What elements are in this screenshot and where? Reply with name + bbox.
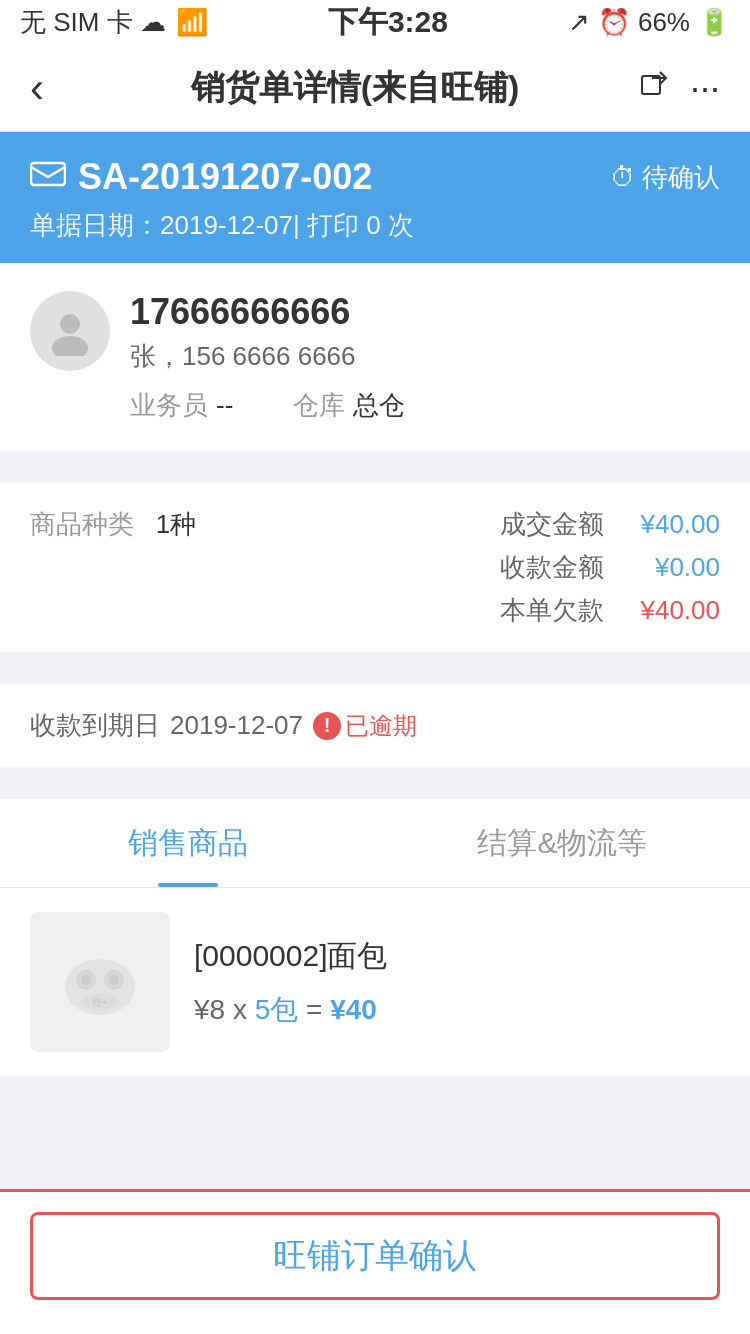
order-id-icon xyxy=(30,156,66,198)
status-right: ↗ ⏰ 66% 🔋 xyxy=(568,7,730,38)
owed-amount-row: 本单欠款 ¥40.00 xyxy=(500,593,720,628)
divider-3 xyxy=(0,783,750,799)
order-status: ⏱ 待确认 xyxy=(610,160,720,195)
confirm-btn-container: 旺铺订单确认 xyxy=(0,1189,750,1334)
status-clock-icon: ⏱ xyxy=(610,162,636,193)
due-date-value: 2019-12-07 xyxy=(170,710,303,741)
customer-info: 17666666666 张，156 6666 6666 业务员 -- 仓库 总仓 xyxy=(130,291,720,423)
battery-text: 66% xyxy=(638,7,690,38)
svg-rect-2 xyxy=(31,163,65,185)
order-date: 单据日期：2019-12-07| 打印 0 次 xyxy=(30,208,720,243)
back-button[interactable]: ‹ xyxy=(30,64,90,112)
svg-text:野+: 野+ xyxy=(92,997,108,1008)
overdue-badge: ! 已逾期 xyxy=(313,710,417,742)
tabs-container: 销售商品 结算&物流等 xyxy=(0,799,750,888)
product-price: ¥8 x 5包 = ¥40 xyxy=(194,991,720,1029)
confirm-order-button[interactable]: 旺铺订单确认 xyxy=(30,1212,720,1300)
order-header: SA-20191207-002 ⏱ 待确认 单据日期：2019-12-07| 打… xyxy=(0,132,750,263)
nav-actions: ··· xyxy=(620,67,720,109)
summary-left: 商品种类 1种 xyxy=(30,507,196,542)
more-button[interactable]: ··· xyxy=(690,67,720,109)
due-section: 收款到期日 2019-12-07 ! 已逾期 xyxy=(0,684,750,767)
location-icon: ↗ xyxy=(568,7,590,38)
customer-card: 17666666666 张，156 6666 6666 业务员 -- 仓库 总仓 xyxy=(0,263,750,451)
divider-1 xyxy=(0,467,750,483)
due-date-label: 收款到期日 xyxy=(30,708,160,743)
tab-products[interactable]: 销售商品 xyxy=(0,799,375,887)
received-amount-row: 收款金额 ¥0.00 xyxy=(500,550,720,585)
summary-section: 商品种类 1种 成交金额 ¥40.00 收款金额 ¥0.00 本单欠款 ¥40.… xyxy=(0,483,750,652)
product-qty: 5包 xyxy=(255,994,299,1025)
product-image: 野+ xyxy=(30,912,170,1052)
svg-point-4 xyxy=(52,336,88,356)
no-sim-text: 无 SIM 卡 ☁ xyxy=(20,5,166,40)
product-unit-price: ¥8 xyxy=(194,994,225,1025)
tab-underline xyxy=(158,883,218,887)
divider-2 xyxy=(0,668,750,684)
salesman-info: 业务员 -- xyxy=(130,388,233,423)
alarm-icon: ⏰ xyxy=(598,7,630,38)
warehouse-info: 仓库 总仓 xyxy=(293,388,405,423)
status-bar: 无 SIM 卡 ☁ 📶 下午3:28 ↗ ⏰ 66% 🔋 xyxy=(0,0,750,44)
status-time: 下午3:28 xyxy=(328,2,448,43)
product-name: [0000002]面包 xyxy=(194,936,720,977)
nav-bar: ‹ 销货单详情(来自旺铺) ··· xyxy=(0,44,750,132)
order-id: SA-20191207-002 xyxy=(30,156,372,198)
svg-point-9 xyxy=(109,975,119,985)
product-total: ¥40 xyxy=(330,994,377,1025)
customer-avatar xyxy=(30,291,110,371)
overdue-icon: ! xyxy=(313,712,341,740)
wifi-icon: 📶 xyxy=(176,7,208,38)
product-equals: = xyxy=(306,994,330,1025)
tab-settlement[interactable]: 结算&物流等 xyxy=(375,799,750,887)
customer-meta: 业务员 -- 仓库 总仓 xyxy=(130,388,720,423)
deal-amount-row: 成交金额 ¥40.00 xyxy=(500,507,720,542)
product-card: 野+ [0000002]面包 ¥8 x 5包 = ¥40 xyxy=(0,888,750,1076)
customer-name: 张，156 6666 6666 xyxy=(130,339,720,374)
page-title: 销货单详情(来自旺铺) xyxy=(90,65,620,111)
battery-icon: 🔋 xyxy=(698,7,730,38)
share-button[interactable] xyxy=(638,67,670,109)
svg-point-3 xyxy=(60,314,80,334)
svg-point-8 xyxy=(81,975,91,985)
summary-right: 成交金额 ¥40.00 收款金额 ¥0.00 本单欠款 ¥40.00 xyxy=(500,507,720,628)
product-info: [0000002]面包 ¥8 x 5包 = ¥40 xyxy=(194,936,720,1029)
customer-phone: 17666666666 xyxy=(130,291,720,333)
product-multiply: x xyxy=(233,994,255,1025)
status-left: 无 SIM 卡 ☁ 📶 xyxy=(20,5,208,40)
